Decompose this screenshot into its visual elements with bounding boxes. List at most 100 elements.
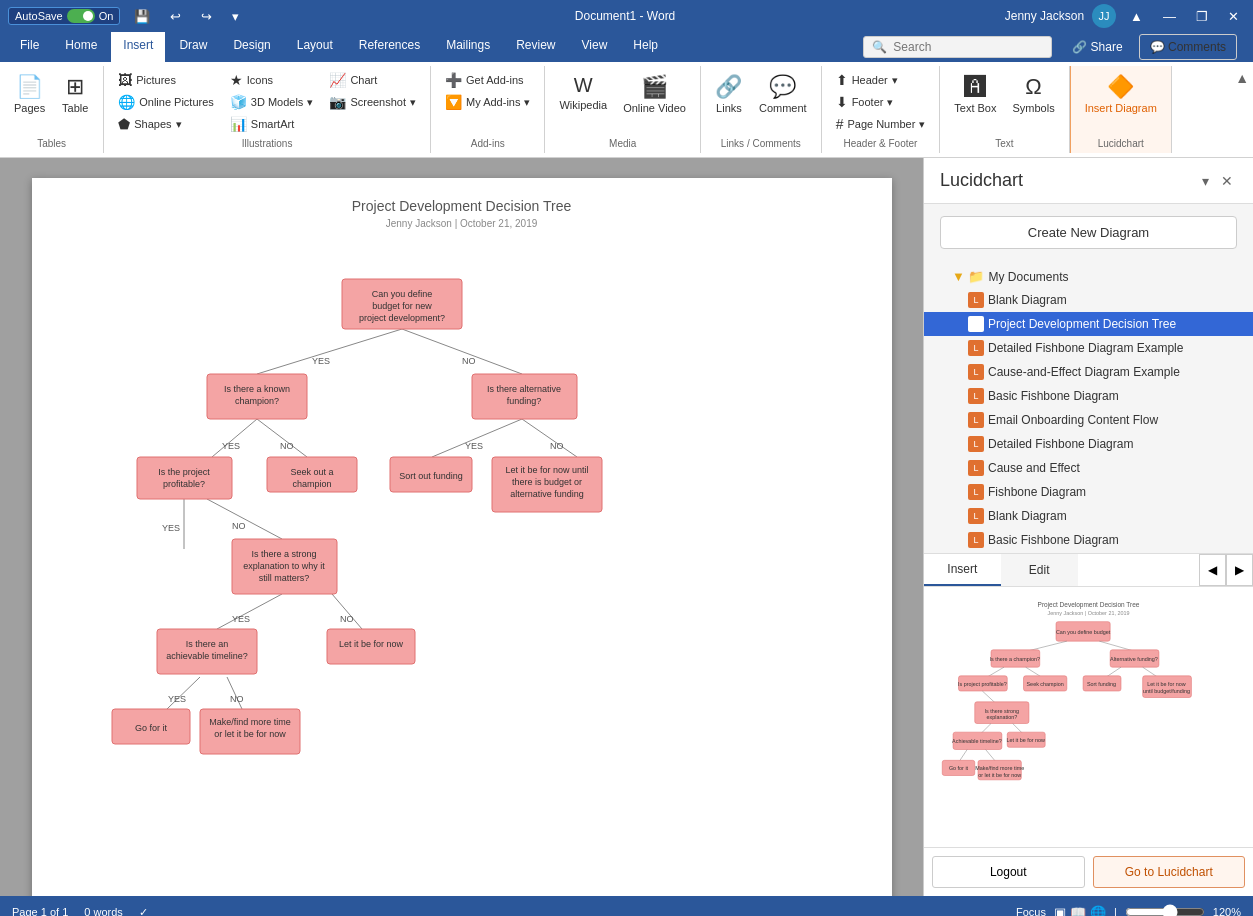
footer-button[interactable]: ⬇ Footer ▾ — [830, 92, 932, 112]
preview-svg: Project Development Decision Tree Jenny … — [924, 587, 1253, 847]
save-button[interactable]: 💾 — [128, 7, 156, 26]
go-to-lucidchart-button[interactable]: Go to Lucidchart — [1093, 856, 1246, 888]
redo-button[interactable]: ↪ — [195, 7, 218, 26]
close-button[interactable]: ✕ — [1222, 7, 1245, 26]
panel-minimize-button[interactable]: ▾ — [1198, 171, 1213, 191]
search-icon: 🔍 — [872, 40, 887, 54]
get-addins-button[interactable]: ➕ Get Add-ins — [439, 70, 536, 90]
list-item[interactable]: L Fishbone Diagram — [924, 480, 1253, 504]
minimize-button[interactable]: — — [1157, 7, 1182, 26]
group-header-footer: ⬆ Header ▾ ⬇ Footer ▾ # Page Number ▾ He… — [822, 66, 941, 153]
tab-insert[interactable]: Insert — [924, 554, 1001, 586]
ribbon-toggle-button[interactable]: ▲ — [1124, 7, 1149, 26]
svg-text:project development?: project development? — [358, 313, 444, 323]
next-button[interactable]: ▶ — [1226, 554, 1253, 586]
svg-text:Achievable timeline?: Achievable timeline? — [952, 738, 1002, 744]
customize-button[interactable]: ▾ — [226, 7, 245, 26]
text-box-icon: 🅰 — [964, 74, 986, 100]
chart-button[interactable]: 📈 Chart — [323, 70, 422, 90]
svg-line-20 — [167, 677, 200, 709]
list-item[interactable]: L Basic Fishbone Diagram — [924, 528, 1253, 552]
tab-insert[interactable]: Insert — [111, 32, 165, 62]
list-item[interactable]: L Detailed Fishbone Diagram Example — [924, 336, 1253, 360]
tab-view[interactable]: View — [570, 32, 620, 62]
svg-text:NO: NO — [462, 356, 476, 366]
pages-button[interactable]: 📄 Pages — [8, 70, 51, 118]
svg-text:Let it be for now until: Let it be for now until — [505, 465, 588, 475]
comments-button[interactable]: 💬 Comments — [1139, 34, 1237, 60]
3d-models-icon: 🧊 — [230, 94, 247, 110]
tab-layout[interactable]: Layout — [285, 32, 345, 62]
tab-edit[interactable]: Edit — [1001, 554, 1078, 586]
chart-icon: 📈 — [329, 72, 346, 88]
illustrations-label: Illustrations — [242, 134, 293, 149]
ribbon-collapse[interactable]: ▲ — [1231, 66, 1253, 153]
read-view-button[interactable]: 📖 — [1070, 905, 1086, 917]
autosave-toggle[interactable] — [67, 9, 95, 23]
online-pictures-button[interactable]: 🌐 Online Pictures — [112, 92, 220, 112]
list-item[interactable]: L Basic Fishbone Diagram — [924, 384, 1253, 408]
create-new-diagram-button[interactable]: Create New Diagram — [940, 216, 1237, 249]
text-items: 🅰 Text Box Ω Symbols — [948, 70, 1060, 134]
autosave-state: On — [99, 10, 114, 22]
page-number-button[interactable]: # Page Number ▾ — [830, 114, 932, 134]
3d-models-button[interactable]: 🧊 3D Models ▾ — [224, 92, 320, 112]
zoom-slider[interactable] — [1125, 904, 1205, 916]
tree-item-my-documents[interactable]: ▼ 📁 My Documents — [924, 265, 1253, 288]
tab-review[interactable]: Review — [504, 32, 567, 62]
wikipedia-icon: W — [574, 74, 593, 97]
header-button[interactable]: ⬆ Header ▾ — [830, 70, 932, 90]
list-item[interactable]: L Cause-and-Effect Diagram Example — [924, 360, 1253, 384]
group-text: 🅰 Text Box Ω Symbols Text — [940, 66, 1069, 153]
preview-area: Project Development Decision Tree Jenny … — [924, 587, 1253, 847]
list-item[interactable]: L Cause and Effect — [924, 456, 1253, 480]
share-button[interactable]: 🔗 Share — [1060, 35, 1134, 59]
shapes-button[interactable]: ⬟ Shapes ▾ — [112, 114, 220, 134]
insert-diagram-button[interactable]: 🔶 Insert Diagram — [1079, 70, 1163, 118]
list-item[interactable]: L Blank Diagram — [924, 288, 1253, 312]
list-item[interactable]: L Email Onboarding Content Flow — [924, 408, 1253, 432]
search-bar[interactable]: 🔍 — [863, 36, 1052, 58]
web-view-button[interactable]: 🌐 — [1090, 905, 1106, 917]
tab-draw[interactable]: Draw — [167, 32, 219, 62]
my-addins-button[interactable]: 🔽 My Add-ins ▾ — [439, 92, 536, 112]
list-item[interactable]: L Detailed Fishbone Diagram — [924, 432, 1253, 456]
panel-close-button[interactable]: ✕ — [1217, 171, 1237, 191]
text-box-button[interactable]: 🅰 Text Box — [948, 70, 1002, 118]
tab-references[interactable]: References — [347, 32, 432, 62]
wikipedia-button[interactable]: W Wikipedia — [553, 70, 613, 115]
online-video-button[interactable]: 🎬 Online Video — [617, 70, 692, 118]
tab-home[interactable]: Home — [53, 32, 109, 62]
undo-button[interactable]: ↩ — [164, 7, 187, 26]
prev-button[interactable]: ◀ — [1199, 554, 1226, 586]
comment-button[interactable]: 💬 Comment — [753, 70, 813, 118]
links-button[interactable]: 🔗 Links — [709, 70, 749, 118]
symbols-button[interactable]: Ω Symbols — [1006, 70, 1060, 118]
status-left: Page 1 of 1 0 words ✓ — [12, 906, 148, 917]
item-icon: L — [968, 508, 984, 524]
list-item-selected[interactable]: L Project Development Decision Tree — [924, 312, 1253, 336]
focus-button[interactable]: Focus — [1016, 906, 1046, 916]
svg-text:profitable?: profitable? — [162, 479, 204, 489]
list-item[interactable]: L Blank Diagram — [924, 504, 1253, 528]
icons-button[interactable]: ★ Icons — [224, 70, 320, 90]
tab-file[interactable]: File — [8, 32, 51, 62]
svg-text:Is there strong: Is there strong — [985, 708, 1020, 714]
tab-design[interactable]: Design — [221, 32, 282, 62]
search-input[interactable] — [893, 40, 1043, 54]
svg-text:NO: NO — [232, 521, 246, 531]
smartart-button[interactable]: 📊 SmartArt — [224, 114, 320, 134]
illus-col2: ★ Icons 🧊 3D Models ▾ 📊 SmartArt — [224, 70, 320, 134]
hf-col: ⬆ Header ▾ ⬇ Footer ▾ # Page Number ▾ — [830, 70, 932, 134]
print-view-button[interactable]: ▣ — [1054, 905, 1066, 917]
restore-button[interactable]: ❐ — [1190, 7, 1214, 26]
tab-mailings[interactable]: Mailings — [434, 32, 502, 62]
icons-icon: ★ — [230, 72, 243, 88]
item-icon: L — [968, 532, 984, 548]
logout-button[interactable]: Logout — [932, 856, 1085, 888]
tab-help[interactable]: Help — [621, 32, 670, 62]
table-button[interactable]: ⊞ Table — [55, 70, 95, 118]
screenshot-button[interactable]: 📷 Screenshot ▾ — [323, 92, 422, 112]
svg-text:Is there an: Is there an — [185, 639, 228, 649]
pictures-button[interactable]: 🖼 Pictures — [112, 70, 220, 90]
